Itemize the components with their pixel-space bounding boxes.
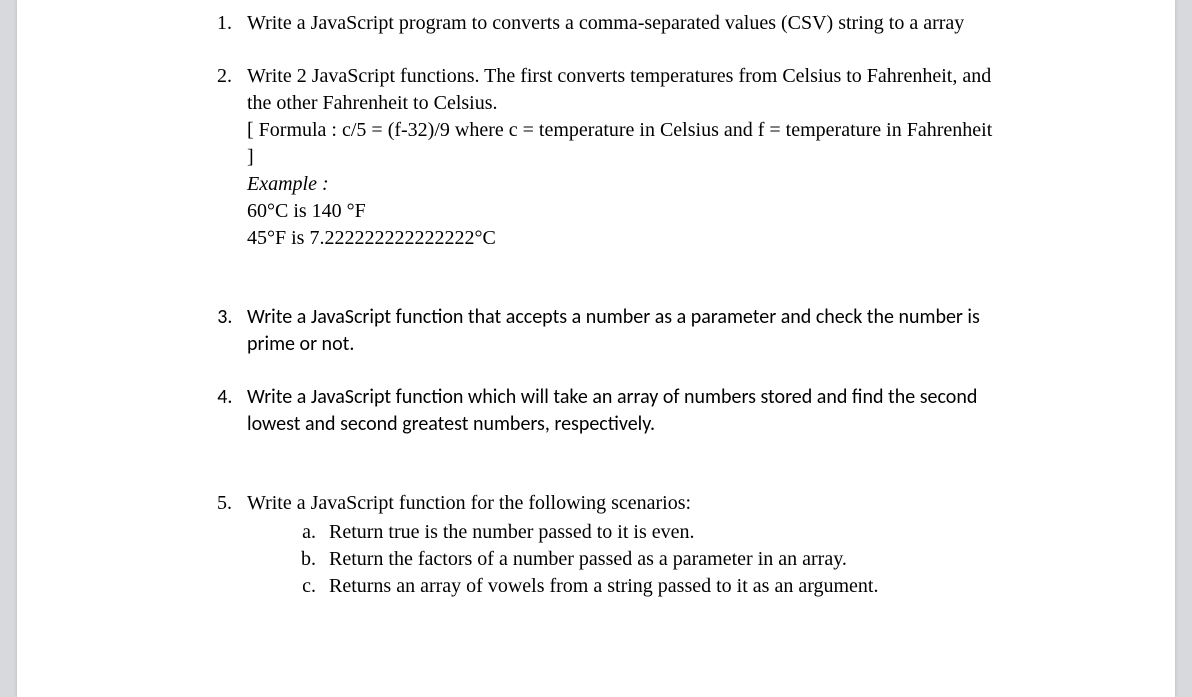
- question-2: Write 2 JavaScript functions. The first …: [237, 63, 995, 252]
- question-5c: Returns an array of vowels from a string…: [321, 573, 995, 600]
- question-4-text: Write a JavaScript function which will t…: [247, 385, 977, 436]
- question-5: Write a JavaScript function for the foll…: [237, 490, 995, 600]
- question-list: Write a JavaScript program to converts a…: [197, 10, 995, 600]
- question-1-text: Write a JavaScript program to converts a…: [247, 12, 964, 34]
- question-2-example1: 60°C is 140 °F: [247, 200, 366, 222]
- question-5-intro: Write a JavaScript function for the foll…: [247, 492, 691, 514]
- question-5-sublist: Return true is the number passed to it i…: [247, 519, 995, 600]
- question-3: Write a JavaScript function that accepts…: [237, 304, 995, 358]
- question-5a-text: Return true is the number passed to it i…: [329, 521, 694, 543]
- question-4: Write a JavaScript function which will t…: [237, 384, 995, 438]
- question-5b: Return the factors of a number passed as…: [321, 546, 995, 573]
- question-5a: Return true is the number passed to it i…: [321, 519, 995, 546]
- question-5c-text: Returns an array of vowels from a string…: [329, 575, 879, 597]
- document-page: Write a JavaScript program to converts a…: [17, 0, 1175, 697]
- question-2-formula: [ Formula : c/5 = (f-32)/9 where c = tem…: [247, 119, 992, 168]
- question-2-example-label: Example :: [247, 173, 329, 195]
- question-2-example2: 45°F is 7.222222222222222°C: [247, 227, 496, 249]
- question-2-line1: Write 2 JavaScript functions. The first …: [247, 65, 991, 114]
- question-3-text: Write a JavaScript function that accepts…: [247, 305, 980, 356]
- question-1: Write a JavaScript program to converts a…: [237, 10, 995, 37]
- question-5b-text: Return the factors of a number passed as…: [329, 548, 847, 570]
